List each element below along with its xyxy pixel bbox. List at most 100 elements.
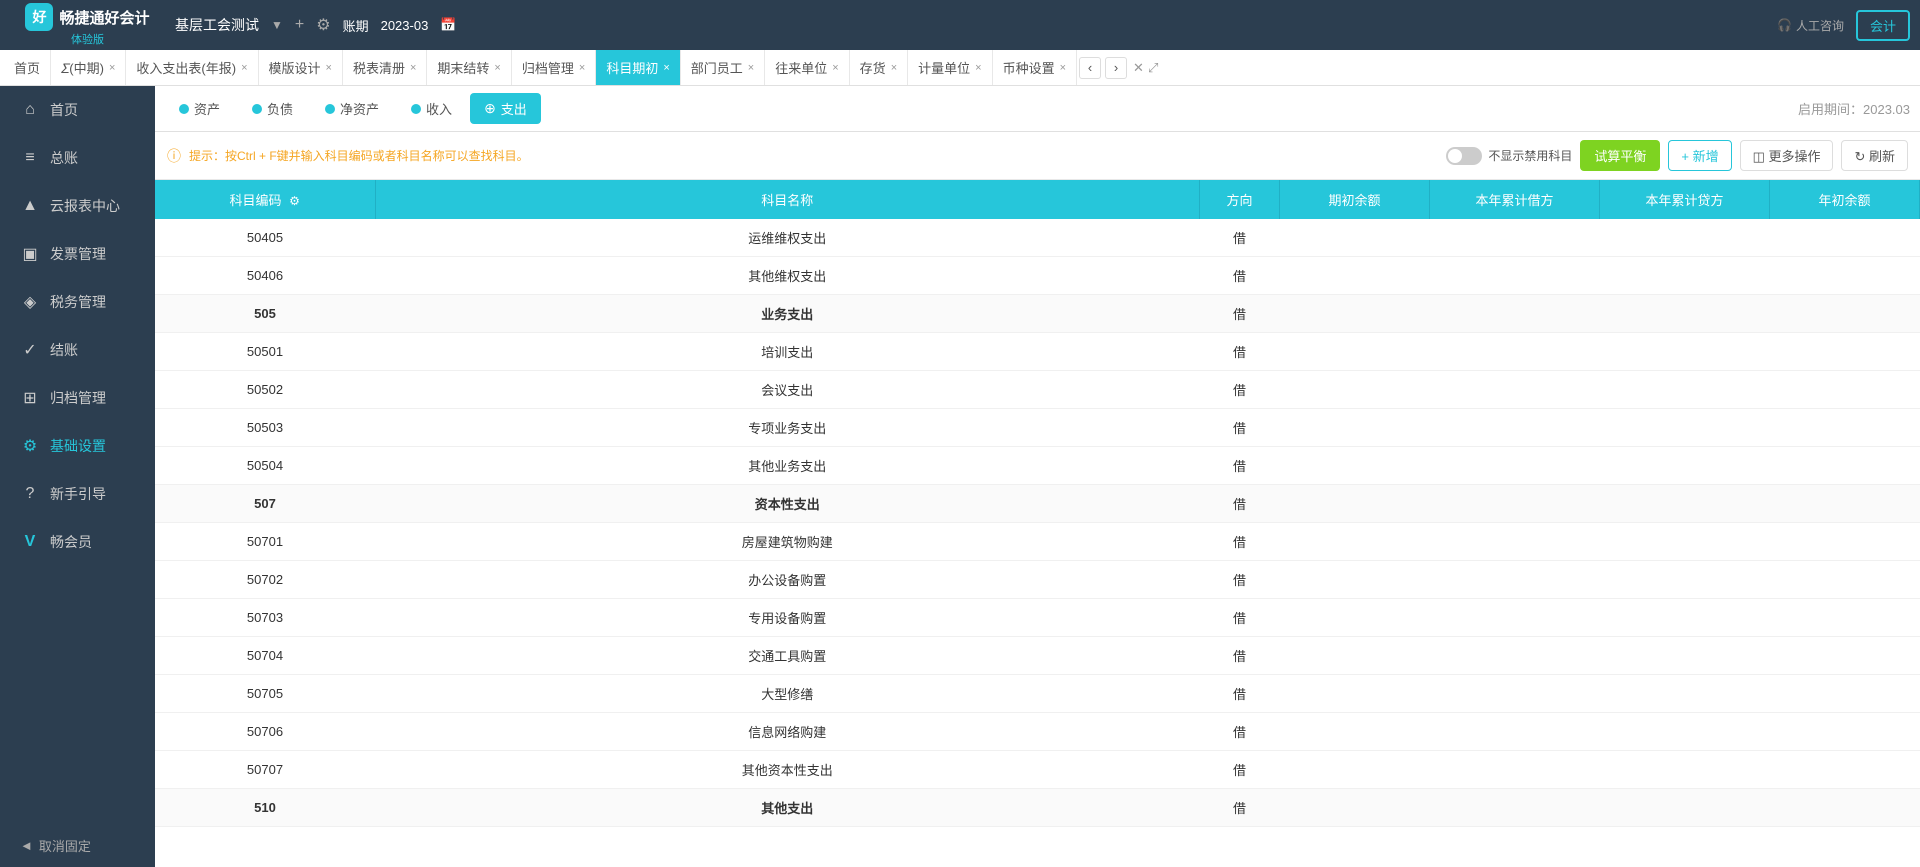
cell-code: 507 <box>155 485 375 523</box>
cell-opening <box>1280 713 1430 751</box>
sidebar-item-home[interactable]: ⌂ 首页 <box>0 86 155 134</box>
tab-subject-init-close[interactable]: × <box>663 62 669 74</box>
company-dropdown[interactable]: ▼ <box>271 18 283 32</box>
service-label: 人工咨询 <box>1796 17 1844 34</box>
cell-ytd-debit <box>1430 751 1600 789</box>
table-row: 50703 专用设备购置 借 <box>155 599 1920 637</box>
subject-tab-liabilities-label: 负债 <box>267 99 293 118</box>
sidebar-item-tax[interactable]: ◈ 税务管理 <box>0 278 155 326</box>
tab-unit-label: 计量单位 <box>918 58 970 77</box>
col-code: 科目编码 ⚙ <box>155 180 375 219</box>
cell-name: 专项业务支出 <box>375 409 1200 447</box>
tab-unit-close[interactable]: × <box>975 62 981 74</box>
sidebar-item-ledger[interactable]: ≡ 总账 <box>0 134 155 182</box>
add-btn[interactable]: + 新增 <box>1668 140 1731 171</box>
tab-dept-close[interactable]: × <box>748 62 754 74</box>
subject-tab-equity[interactable]: 净资产 <box>311 93 393 124</box>
cell-opening <box>1280 371 1430 409</box>
tab-contacts[interactable]: 往来单位 × <box>765 50 849 86</box>
cell-ytd-debit <box>1430 599 1600 637</box>
subject-tab-liabilities[interactable]: 负债 <box>238 93 307 124</box>
more-btn[interactable]: ◫ 更多操作 <box>1740 140 1834 171</box>
cell-ytd-debit <box>1430 295 1600 333</box>
tab-maximize-btn[interactable]: ⤢ <box>1148 60 1158 76</box>
home-icon: ⌂ <box>20 101 40 119</box>
tab-bar: 首页 𝛴(中期) × 收入支出表(年报) × 模版设计 × 税表清册 × 期末结… <box>0 50 1920 86</box>
sidebar-item-invoice[interactable]: ▣ 发票管理 <box>0 230 155 278</box>
cell-opening <box>1280 485 1430 523</box>
tab-period-end[interactable]: 期末结转 × <box>427 50 511 86</box>
tab-sigma-label: 𝛴(中期) <box>61 58 104 77</box>
table-row: 510 其他支出 借 <box>155 789 1920 827</box>
col-code-gear[interactable]: ⚙ <box>289 194 300 208</box>
tab-prev-btn[interactable]: ‹ <box>1079 57 1101 79</box>
cell-ytd-debit <box>1430 333 1600 371</box>
tab-contacts-close[interactable]: × <box>832 62 838 74</box>
header-add-btn[interactable]: + <box>295 16 304 34</box>
sidebar-cancel-fixed[interactable]: ◄ 取消固定 <box>0 824 155 867</box>
table-row: 50405 运维维权支出 借 <box>155 219 1920 257</box>
tab-home[interactable]: 首页 <box>4 50 51 86</box>
sidebar-item-checkout[interactable]: ✓ 结账 <box>0 326 155 374</box>
tab-subject-init[interactable]: 科目期初 × <box>596 50 680 86</box>
cell-direction: 借 <box>1200 485 1280 523</box>
tab-archive[interactable]: 归档管理 × <box>512 50 596 86</box>
tab-taxform-close[interactable]: × <box>410 62 416 74</box>
tab-income-close[interactable]: × <box>241 62 247 74</box>
cell-direction: 借 <box>1200 257 1280 295</box>
tab-dept[interactable]: 部门员工 × <box>681 50 765 86</box>
subject-tab-assets[interactable]: 资产 <box>165 93 234 124</box>
col-year-open: 年初余额 <box>1770 180 1920 219</box>
tab-inventory[interactable]: 存货 × <box>850 50 908 86</box>
cell-code: 50705 <box>155 675 375 713</box>
col-ytd-credit: 本年累计贷方 <box>1600 180 1770 219</box>
cell-name: 房屋建筑物购建 <box>375 523 1200 561</box>
guide-icon: ? <box>20 485 40 503</box>
service-btn[interactable]: 🎧 人工咨询 <box>1777 17 1844 34</box>
tab-sigma[interactable]: 𝛴(中期) × <box>51 50 126 86</box>
cell-ytd-credit <box>1600 599 1770 637</box>
app-logo-icon: 好 <box>25 3 53 31</box>
checkout-icon: ✓ <box>20 340 40 360</box>
logo-area: 好 畅捷通好会计 体验版 <box>10 3 165 47</box>
cell-year-open <box>1770 675 1920 713</box>
sidebar-item-guide[interactable]: ? 新手引导 <box>0 470 155 518</box>
cell-opening <box>1280 257 1430 295</box>
refresh-btn[interactable]: ↻ 刷新 <box>1841 140 1908 171</box>
tab-period-end-close[interactable]: × <box>494 62 500 74</box>
tab-income[interactable]: 收入支出表(年报) × <box>126 50 258 86</box>
sidebar-item-archive[interactable]: ⊞ 归档管理 <box>0 374 155 422</box>
toggle-switch[interactable] <box>1446 147 1482 165</box>
cell-code: 505 <box>155 295 375 333</box>
tab-taxform-label: 税表清册 <box>353 58 405 77</box>
tab-currency[interactable]: 币种设置 × <box>993 50 1077 86</box>
toggle-container: 不显示禁用科目 <box>1446 147 1572 165</box>
subject-tab-income[interactable]: 收入 <box>397 93 466 124</box>
tab-archive-close[interactable]: × <box>579 62 585 74</box>
cell-code: 50406 <box>155 257 375 295</box>
sidebar-item-member[interactable]: V 畅会员 <box>0 518 155 566</box>
cell-name: 会议支出 <box>375 371 1200 409</box>
account-btn[interactable]: 会计 <box>1856 10 1910 41</box>
cell-name: 办公设备购置 <box>375 561 1200 599</box>
header-settings-btn[interactable]: ⚙ <box>316 15 330 35</box>
sidebar-item-reports[interactable]: ▲ 云报表中心 <box>0 182 155 230</box>
tab-close-all-btn[interactable]: ✕ <box>1133 60 1144 76</box>
cell-opening <box>1280 751 1430 789</box>
tab-next-btn[interactable]: › <box>1105 57 1127 79</box>
header-calendar-icon[interactable]: 📅 <box>440 17 456 33</box>
calculate-btn[interactable]: 试算平衡 <box>1580 140 1660 171</box>
sidebar-item-settings[interactable]: ⚙ 基础设置 <box>0 422 155 470</box>
table-row: 50406 其他维权支出 借 <box>155 257 1920 295</box>
cell-year-open <box>1770 751 1920 789</box>
tab-template-close[interactable]: × <box>326 62 332 74</box>
tab-inventory-close[interactable]: × <box>891 62 897 74</box>
tab-template[interactable]: 模版设计 × <box>259 50 343 86</box>
cell-ytd-credit <box>1600 485 1770 523</box>
tab-sigma-close[interactable]: × <box>109 62 115 74</box>
tab-currency-close[interactable]: × <box>1060 62 1066 74</box>
subject-tab-expenditure[interactable]: ⊕ 支出 <box>470 93 541 124</box>
tab-taxform[interactable]: 税表清册 × <box>343 50 427 86</box>
tab-income-label: 收入支出表(年报) <box>136 58 236 77</box>
tab-unit[interactable]: 计量单位 × <box>908 50 992 86</box>
